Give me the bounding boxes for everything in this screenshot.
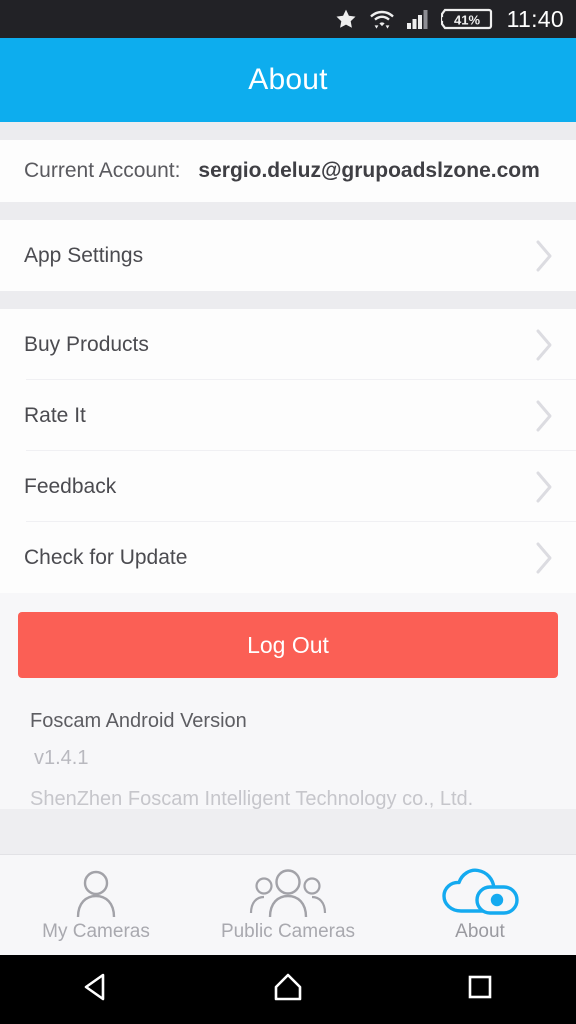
chevron-right-icon: [534, 541, 554, 575]
bottom-tab-bar: My Cameras Public Cameras About: [0, 854, 576, 955]
square-icon: [463, 970, 497, 1009]
version-info: Foscam Android Version v1.4.1 ShenZhen F…: [0, 678, 576, 809]
android-navigation-bar: [0, 955, 576, 1024]
triangle-left-icon: [79, 970, 113, 1009]
cloud-eye-icon: [441, 867, 519, 917]
version-title: Foscam Android Version: [30, 710, 247, 732]
star-icon: [334, 7, 358, 31]
tab-label: My Cameras: [42, 921, 150, 942]
row-label: Feedback: [24, 474, 117, 498]
app-bar: About: [0, 38, 576, 122]
settings-group: App Settings: [0, 220, 576, 291]
current-account-value: sergio.deluz@grupoadslzone.com: [198, 159, 540, 182]
spacer: [0, 291, 576, 309]
tab-label: About: [455, 921, 505, 942]
log-out-button[interactable]: Log Out: [18, 612, 558, 678]
tab-my-cameras[interactable]: My Cameras: [0, 855, 192, 955]
back-button[interactable]: [51, 955, 141, 1024]
status-bar: 41% 11:40: [0, 0, 576, 38]
content-area: Current Account: sergio.deluz@grupoadslz…: [0, 122, 576, 854]
tab-about[interactable]: About: [384, 855, 576, 955]
sidebar-item-rate-it[interactable]: Rate It: [0, 380, 576, 451]
home-button[interactable]: [243, 955, 333, 1024]
links-group: Buy Products Rate It Feedback Check for …: [0, 309, 576, 593]
cellular-signal-icon: [406, 8, 430, 30]
battery-percent-text: 41%: [454, 13, 480, 28]
spacer: [0, 202, 576, 220]
chevron-right-icon: [534, 239, 554, 273]
sidebar-item-app-settings[interactable]: App Settings: [0, 220, 576, 291]
row-label: App Settings: [24, 243, 144, 267]
sidebar-item-feedback[interactable]: Feedback: [0, 451, 576, 522]
person-icon: [70, 867, 122, 917]
phone-screen: 41% 11:40 About Current Account: sergio.…: [0, 0, 576, 1024]
battery-icon: 41%: [440, 6, 493, 32]
row-label: Check for Update: [24, 545, 188, 569]
row-label: Buy Products: [24, 332, 149, 356]
spacer: [0, 122, 576, 140]
page-title: About: [248, 63, 328, 96]
house-icon: [271, 970, 305, 1009]
row-label: Rate It: [24, 403, 86, 427]
current-account-label: Current Account:: [24, 159, 181, 182]
sidebar-item-buy-products[interactable]: Buy Products: [0, 309, 576, 380]
footer-section: Log Out Foscam Android Version v1.4.1 Sh…: [0, 593, 576, 809]
company-name: ShenZhen Foscam Intelligent Technology c…: [30, 788, 474, 810]
tab-public-cameras[interactable]: Public Cameras: [192, 855, 384, 955]
people-group-icon: [245, 867, 331, 917]
chevron-right-icon: [534, 328, 554, 362]
wifi-icon: [369, 7, 395, 31]
status-bar-clock: 11:40: [506, 5, 564, 32]
recents-button[interactable]: [435, 955, 525, 1024]
chevron-right-icon: [534, 399, 554, 433]
current-account-row: Current Account: sergio.deluz@grupoadslz…: [0, 140, 576, 202]
version-number: v1.4.1: [34, 747, 89, 769]
chevron-right-icon: [534, 470, 554, 504]
sidebar-item-check-for-update[interactable]: Check for Update: [0, 522, 576, 593]
tab-label: Public Cameras: [220, 921, 356, 942]
